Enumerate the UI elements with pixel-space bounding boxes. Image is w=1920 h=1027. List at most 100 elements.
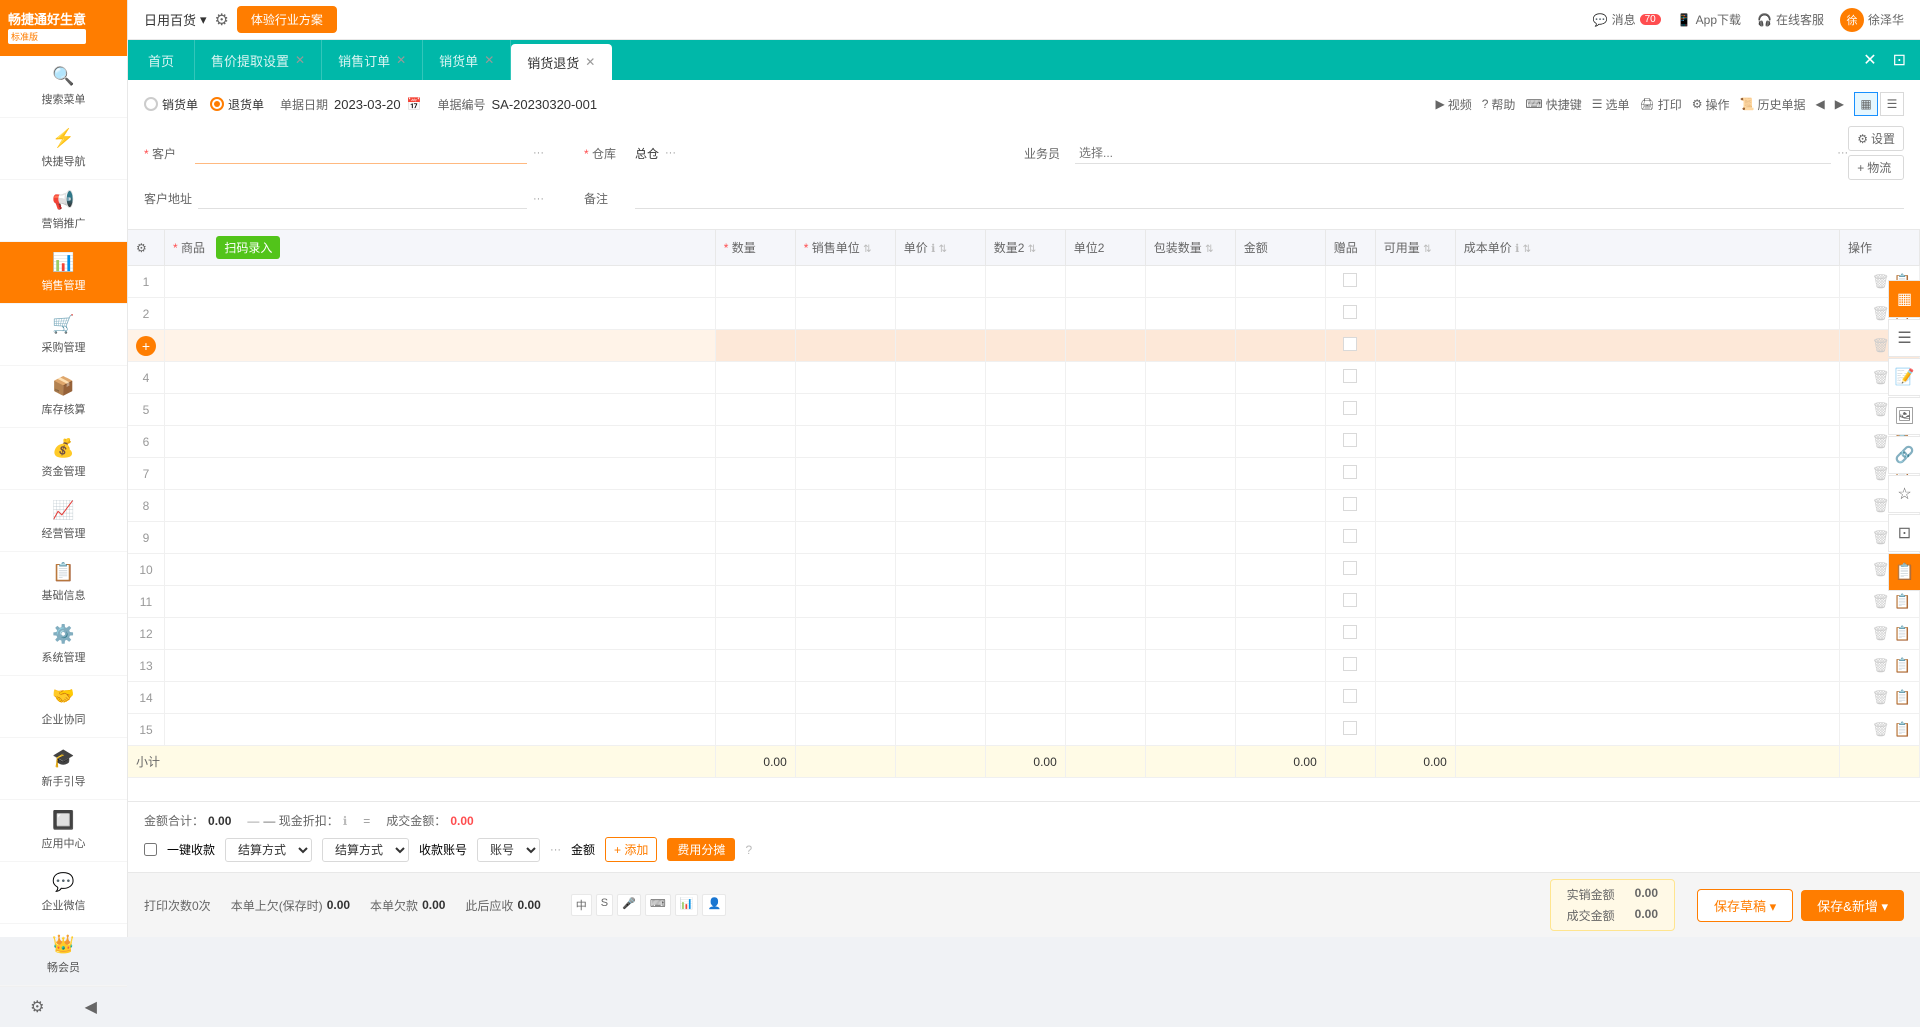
print-btn[interactable]: 🖨 打印	[1640, 96, 1682, 113]
save-new-btn[interactable]: 保存&新增 ▾	[1801, 890, 1904, 921]
save-draft-btn[interactable]: 保存草稿 ▾	[1697, 889, 1793, 922]
row-3-pkgqty[interactable]	[1145, 330, 1235, 362]
sidebar-item-basic[interactable]: 📋 基础信息	[0, 552, 127, 614]
copy-icon[interactable]: 📋	[1894, 593, 1911, 610]
calc-method-select[interactable]: 结算方式	[322, 838, 409, 862]
shortcut-btn[interactable]: ⌨ 快捷键	[1525, 96, 1581, 113]
row-2-product[interactable]	[165, 298, 716, 330]
row-1-available[interactable]	[1375, 266, 1455, 298]
row-1-qty2[interactable]	[985, 266, 1065, 298]
sidebar-item-inventory[interactable]: 📦 库存核算	[0, 366, 127, 428]
tab-home[interactable]: 首页	[128, 40, 195, 80]
row-1-quantity[interactable]	[715, 266, 795, 298]
row-3-gift[interactable]	[1325, 330, 1375, 362]
settings-btn[interactable]: ⚙ 设置	[1848, 126, 1904, 151]
row-1-unit[interactable]	[795, 266, 895, 298]
address-ellipsis[interactable]: ···	[533, 193, 544, 205]
right-icon-link[interactable]: 🔗	[1888, 436, 1920, 474]
account-ellipsis[interactable]: ···	[550, 844, 561, 856]
delete-icon[interactable]: 🗑	[1872, 497, 1890, 514]
row-2-qty2[interactable]	[985, 298, 1065, 330]
delete-icon[interactable]: 🗑	[1872, 433, 1890, 450]
sidebar-item-wechat[interactable]: 💬 企业微信	[0, 862, 127, 924]
row-2-unit2[interactable]	[1065, 298, 1145, 330]
taskbar-icon-6[interactable]: 👤	[702, 894, 726, 916]
gift-checkbox-1[interactable]	[1343, 273, 1357, 287]
sidebar-item-search[interactable]: 🔍 搜索菜单	[0, 56, 127, 118]
draft-dropdown-icon[interactable]: ▾	[1770, 899, 1777, 914]
row-1-gift[interactable]	[1325, 266, 1375, 298]
user-menu[interactable]: 徐 徐泽华	[1840, 8, 1904, 32]
row-1-cost[interactable]	[1455, 266, 1839, 298]
table-view-btn[interactable]: ▦	[1854, 92, 1878, 116]
delete-icon[interactable]: 🗑	[1872, 593, 1890, 610]
next-btn[interactable]: ▶	[1835, 97, 1844, 111]
sidebar-item-apps[interactable]: 🔲 应用中心	[0, 800, 127, 862]
row-2-available[interactable]	[1375, 298, 1455, 330]
add-payment-btn[interactable]: + 添加	[605, 837, 657, 862]
tab-price-close[interactable]: ✕	[295, 53, 305, 67]
history-btn[interactable]: 📜 历史单据	[1740, 96, 1806, 113]
delete-row-2-icon[interactable]: 🗑	[1872, 305, 1890, 322]
address-input[interactable]	[198, 188, 527, 209]
row-3-available[interactable]	[1375, 330, 1455, 362]
row-3-price[interactable]	[895, 330, 985, 362]
app-download-btn[interactable]: 📱 App下载	[1677, 11, 1741, 28]
tab-return-close[interactable]: ✕	[585, 55, 595, 69]
sidebar-item-finance[interactable]: 💰 资金管理	[0, 428, 127, 490]
salesperson-input[interactable]	[1075, 143, 1831, 164]
taskbar-icon-3[interactable]: 🎤	[617, 894, 641, 916]
right-icon-photo[interactable]: 🖼	[1888, 397, 1920, 435]
form-view-btn[interactable]: ☰	[1880, 92, 1904, 116]
customer-input[interactable]	[195, 143, 527, 164]
fee-help-icon[interactable]: ?	[745, 843, 752, 857]
one-click-pay-checkbox[interactable]	[144, 843, 157, 856]
sidebar-item-marketing[interactable]: 📢 营销推广	[0, 180, 127, 242]
delete-icon[interactable]: 🗑	[1872, 625, 1890, 642]
select-btn[interactable]: ☰ 选单	[1592, 96, 1630, 113]
qty2-sort-icon[interactable]: ⇅	[1028, 244, 1036, 255]
sidebar-item-operation[interactable]: 📈 经营管理	[0, 490, 127, 552]
sidebar-item-quicknav[interactable]: ⚡ 快捷导航	[0, 118, 127, 180]
cost-sort-icon[interactable]: ⇅	[1523, 244, 1531, 255]
column-settings-icon[interactable]: ⚙	[136, 241, 147, 255]
delete-icon[interactable]: 🗑	[1872, 369, 1890, 386]
sidebar-item-coop[interactable]: 🤝 企业协同	[0, 676, 127, 738]
row-2-gift[interactable]	[1325, 298, 1375, 330]
delete-icon[interactable]: 🗑	[1872, 529, 1890, 546]
copy-icon[interactable]: 📋	[1894, 625, 1911, 642]
taskbar-icon-2[interactable]: S	[596, 894, 613, 916]
row-1-unit2[interactable]	[1065, 266, 1145, 298]
account-select[interactable]: 账号	[477, 838, 540, 862]
sidebar-item-guide[interactable]: 🎓 新手引导	[0, 738, 127, 800]
row-1-amount[interactable]	[1235, 266, 1325, 298]
row-2-unit[interactable]	[795, 298, 895, 330]
gift-checkbox-3[interactable]	[1343, 337, 1357, 351]
delete-icon[interactable]: 🗑	[1872, 401, 1890, 418]
right-icon-table[interactable]: ▦	[1888, 280, 1920, 318]
delete-icon[interactable]: 🗑	[1872, 561, 1890, 578]
sidebar-item-member[interactable]: 👑 畅会员	[0, 924, 127, 986]
delete-row-1-icon[interactable]: 🗑	[1872, 273, 1890, 290]
pkgqty-sort-icon[interactable]: ⇅	[1205, 244, 1213, 255]
discount-info-icon[interactable]: ℹ	[343, 814, 348, 828]
row-3-product[interactable]	[165, 330, 716, 362]
sidebar-item-sales[interactable]: 📊 销售管理	[0, 242, 127, 304]
row-1-product[interactable]	[165, 266, 716, 298]
warehouse-ellipsis[interactable]: ···	[665, 147, 676, 159]
row-3-cost[interactable]	[1455, 330, 1839, 362]
row-3-quantity[interactable]	[715, 330, 795, 362]
gift-checkbox-2[interactable]	[1343, 305, 1357, 319]
row-3-unit[interactable]	[795, 330, 895, 362]
tab-delivery-close[interactable]: ✕	[484, 53, 494, 67]
video-btn[interactable]: ▶ 视频	[1435, 96, 1471, 113]
taskbar-icon-1[interactable]: 中	[571, 894, 592, 916]
topbar-gear-icon[interactable]: ⚙	[215, 10, 229, 30]
radio-delivery[interactable]: 销货单	[144, 96, 198, 113]
operate-btn[interactable]: ⚙ 操作	[1692, 96, 1730, 113]
sidebar-item-purchase[interactable]: 🛒 采购管理	[0, 304, 127, 366]
billing-method-select[interactable]: 结算方式	[225, 838, 312, 862]
prev-btn[interactable]: ◀	[1816, 97, 1825, 111]
copy-icon[interactable]: 📋	[1894, 657, 1911, 674]
tab-delivery[interactable]: 销货单 ✕	[423, 40, 511, 80]
